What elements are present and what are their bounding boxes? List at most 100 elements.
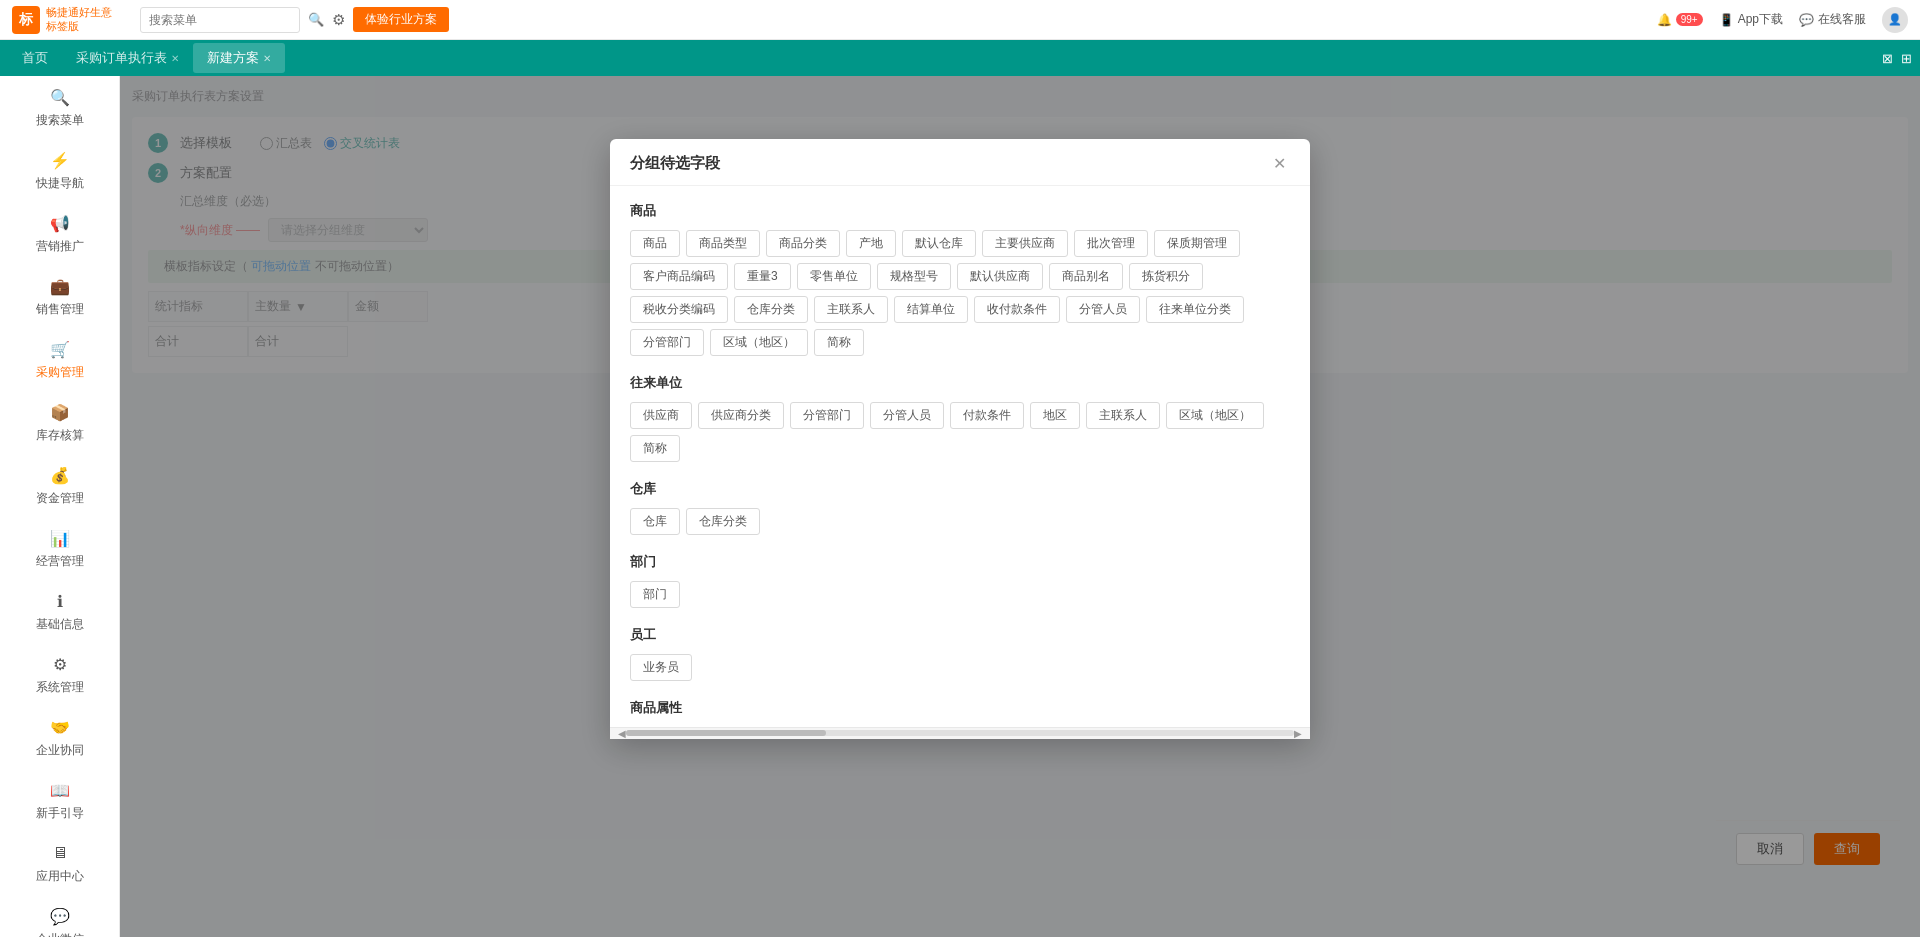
field-tag-分管人员[interactable]: 分管人员	[870, 402, 944, 429]
tab-home[interactable]: 首页	[8, 43, 62, 73]
field-tag-拣货积分[interactable]: 拣货积分	[1129, 263, 1203, 290]
inventory-icon: 📦	[49, 401, 71, 423]
field-tag-默认供应商[interactable]: 默认供应商	[957, 263, 1043, 290]
modal-close-btn[interactable]: ✕	[1268, 153, 1290, 175]
field-tag-商品别名[interactable]: 商品别名	[1049, 263, 1123, 290]
avatar[interactable]: 👤	[1882, 7, 1908, 33]
field-tag-分管部门[interactable]: 分管部门	[790, 402, 864, 429]
basic-info-icon: ℹ	[49, 590, 71, 612]
field-tag-分管人员[interactable]: 分管人员	[1066, 296, 1140, 323]
field-tag-主要供应商[interactable]: 主要供应商	[982, 230, 1068, 257]
sidebar-item-marketing[interactable]: 📢 营销推广	[0, 202, 119, 265]
logo-area: 标 畅捷通好生意 标签版	[12, 6, 132, 34]
field-tag-零售单位[interactable]: 零售单位	[797, 263, 871, 290]
hscroll-track[interactable]	[626, 730, 1294, 736]
section-title-department: 部门	[630, 553, 1290, 571]
search-input[interactable]	[140, 7, 300, 33]
sidebar-item-purchase[interactable]: 🛒 采购管理	[0, 328, 119, 391]
hscroll-thumb	[626, 730, 826, 736]
online-service[interactable]: 💬 在线客服	[1799, 11, 1866, 28]
sidebar-item-enterprise-collab[interactable]: 🤝 企业协同	[0, 706, 119, 769]
tab-expand-icon[interactable]: ⊞	[1901, 51, 1912, 66]
sidebar-item-quick-nav[interactable]: ⚡ 快捷导航	[0, 139, 119, 202]
section-goods: 商品商品商品类型商品分类产地默认仓库主要供应商批次管理保质期管理客户商品编码重量…	[630, 202, 1290, 356]
sidebar-item-newbie[interactable]: 📖 新手引导	[0, 769, 119, 832]
field-tag-简称[interactable]: 简称	[630, 435, 680, 462]
field-tag-分管部门[interactable]: 分管部门	[630, 329, 704, 356]
section-product_attr: 商品属性属性颜色多规格尺码鞋码1	[630, 699, 1290, 727]
tab-collapse-icon[interactable]: ⊠	[1882, 51, 1893, 66]
purchase-icon: 🛒	[49, 338, 71, 360]
field-tag-保质期管理[interactable]: 保质期管理	[1154, 230, 1240, 257]
field-tags-partner: 供应商供应商分类分管部门分管人员付款条件地区主联系人区域（地区） 简称	[630, 402, 1290, 462]
newbie-icon: 📖	[49, 779, 71, 801]
close-tab-purchase[interactable]: ✕	[171, 53, 179, 64]
field-tag-结算单位[interactable]: 结算单位	[894, 296, 968, 323]
field-tags-department: 部门	[630, 581, 1290, 608]
section-title-employee: 员工	[630, 626, 1290, 644]
sidebar-item-wechat[interactable]: 💬 企业微信	[0, 895, 119, 937]
nav-tabs: 首页 采购订单执行表 ✕ 新建方案 ✕ ⊠ ⊞	[0, 40, 1920, 76]
notice-item[interactable]: 🔔 99+	[1657, 13, 1703, 27]
field-tag-税收分类编码[interactable]: 税收分类编码	[630, 296, 728, 323]
marketing-icon: 📢	[49, 212, 71, 234]
field-tag-地区[interactable]: 地区	[1030, 402, 1080, 429]
gear-icon[interactable]: ⚙	[332, 11, 345, 29]
section-partner: 往来单位供应商供应商分类分管部门分管人员付款条件地区主联系人区域（地区）简称	[630, 374, 1290, 462]
sidebar-item-system[interactable]: ⚙ 系统管理	[0, 643, 119, 706]
tab-purchase-order[interactable]: 采购订单执行表 ✕	[62, 43, 193, 73]
modal-title: 分组待选字段	[630, 154, 720, 173]
field-tag-供应商[interactable]: 供应商	[630, 402, 692, 429]
field-tag-仓库[interactable]: 仓库	[630, 508, 680, 535]
section-title-goods: 商品	[630, 202, 1290, 220]
field-tag-主联系人[interactable]: 主联系人	[814, 296, 888, 323]
sidebar-item-management[interactable]: 📊 经营管理	[0, 517, 119, 580]
field-tag-部门[interactable]: 部门	[630, 581, 680, 608]
field-tag-供应商分类[interactable]: 供应商分类	[698, 402, 784, 429]
field-tag-商品类型[interactable]: 商品类型	[686, 230, 760, 257]
sidebar-item-search[interactable]: 🔍 搜索菜单	[0, 76, 119, 139]
field-tag-仓库分类[interactable]: 仓库分类	[734, 296, 808, 323]
quick-nav-icon: ⚡	[49, 149, 71, 171]
close-tab-new[interactable]: ✕	[263, 53, 271, 64]
field-tag-付款条件[interactable]: 付款条件	[950, 402, 1024, 429]
field-tag-区域（地区）[interactable]: 区域（地区）	[1166, 402, 1264, 429]
management-icon: 📊	[49, 527, 71, 549]
field-tag-商品分类[interactable]: 商品分类	[766, 230, 840, 257]
sidebar-item-basic-info[interactable]: ℹ 基础信息	[0, 580, 119, 643]
field-tag-产地[interactable]: 产地	[846, 230, 896, 257]
hscroll-right-arrow[interactable]: ▶	[1294, 728, 1302, 739]
app-center-icon: 🖥	[49, 842, 71, 864]
field-tag-业务员[interactable]: 业务员	[630, 654, 692, 681]
modal-dialog: 分组待选字段 ✕ 商品商品商品类型商品分类产地默认仓库主要供应商批次管理保质期管…	[610, 139, 1310, 739]
app-download[interactable]: 📱 App下载	[1719, 11, 1783, 28]
modal-hscroll[interactable]: ◀ ▶	[610, 727, 1310, 739]
field-tag-规格型号[interactable]: 规格型号	[877, 263, 951, 290]
sidebar-item-finance[interactable]: 💰 资金管理	[0, 454, 119, 517]
sidebar-item-sales[interactable]: 💼 销售管理	[0, 265, 119, 328]
field-tag-往来单位分类[interactable]: 往来单位分类	[1146, 296, 1244, 323]
section-employee: 员工业务员	[630, 626, 1290, 681]
field-tag-简称[interactable]: 简称	[814, 329, 864, 356]
sidebar-item-app-center[interactable]: 🖥 应用中心	[0, 832, 119, 895]
field-tag-主联系人[interactable]: 主联系人	[1086, 402, 1160, 429]
sidebar-item-inventory[interactable]: 📦 库存核算	[0, 391, 119, 454]
download-icon: 📱	[1719, 13, 1734, 27]
bell-icon: 🔔	[1657, 13, 1672, 27]
hscroll-left-arrow[interactable]: ◀	[618, 728, 626, 739]
tab-new-plan[interactable]: 新建方案 ✕	[193, 43, 285, 73]
field-tag-默认仓库[interactable]: 默认仓库	[902, 230, 976, 257]
experience-btn[interactable]: 体验行业方案	[353, 7, 449, 32]
field-tag-仓库分类[interactable]: 仓库分类	[686, 508, 760, 535]
wechat-icon: 💬	[49, 905, 71, 927]
field-tag-客户商品编码[interactable]: 客户商品编码	[630, 263, 728, 290]
field-tag-收付款条件[interactable]: 收付款条件	[974, 296, 1060, 323]
field-tag-批次管理[interactable]: 批次管理	[1074, 230, 1148, 257]
section-warehouse: 仓库仓库仓库分类	[630, 480, 1290, 535]
modal-body: 商品商品商品类型商品分类产地默认仓库主要供应商批次管理保质期管理客户商品编码重量…	[610, 186, 1310, 727]
field-tag-区域（地区）[interactable]: 区域（地区）	[710, 329, 808, 356]
field-tag-重量3[interactable]: 重量3	[734, 263, 791, 290]
field-tag-商品[interactable]: 商品	[630, 230, 680, 257]
logo-text: 畅捷通好生意 标签版	[46, 6, 112, 32]
finance-icon: 💰	[49, 464, 71, 486]
